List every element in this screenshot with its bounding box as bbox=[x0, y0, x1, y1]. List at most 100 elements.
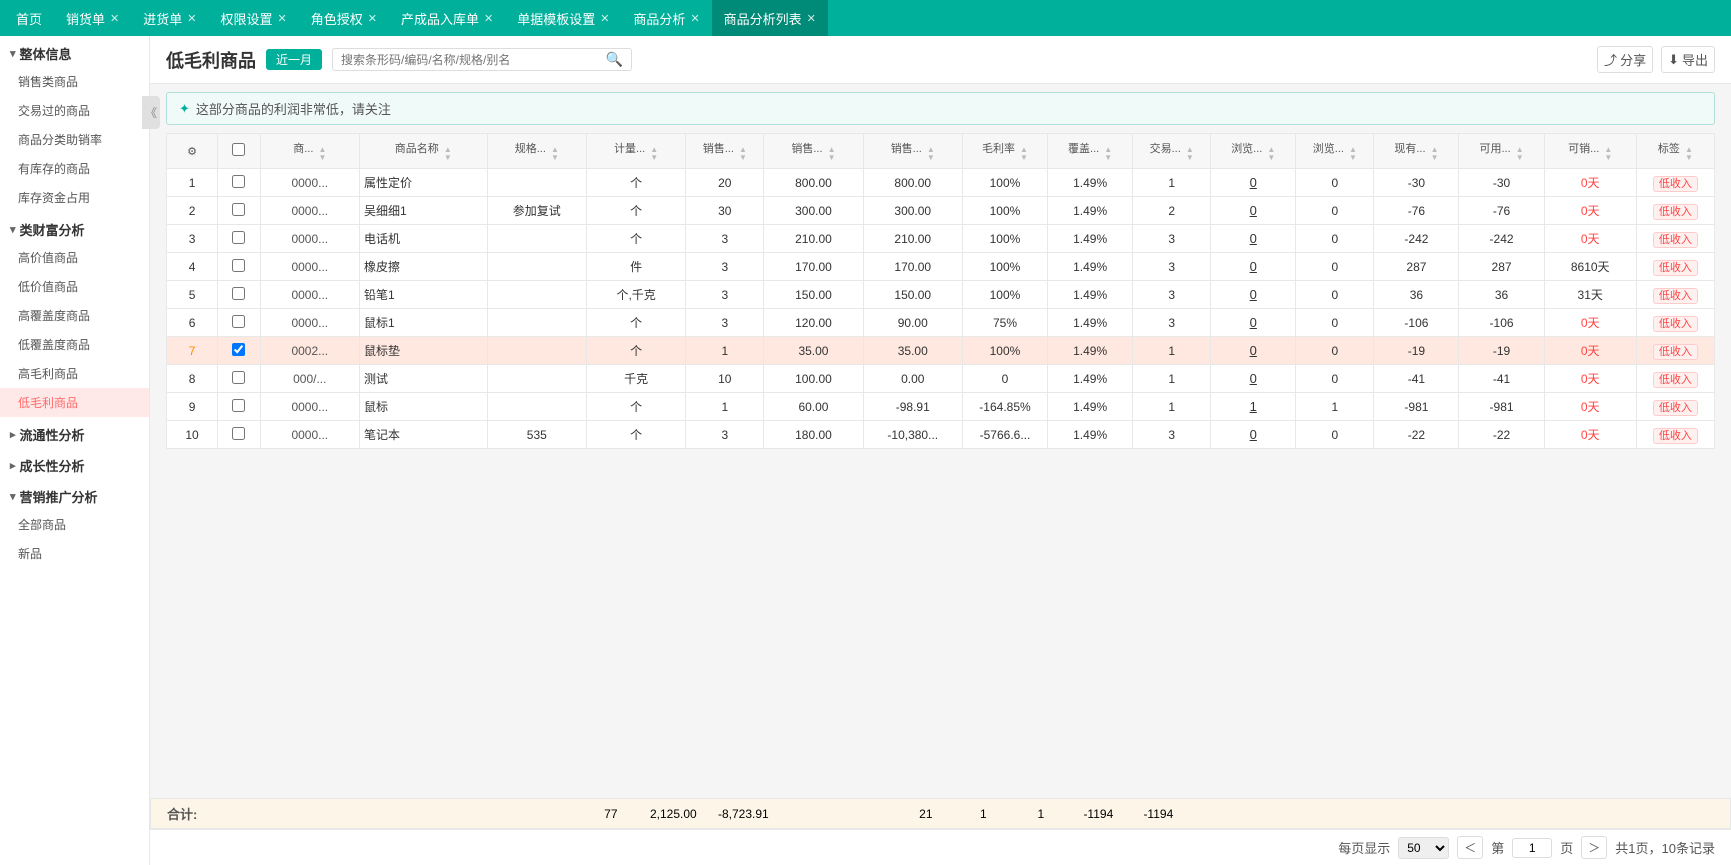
page-number-input[interactable] bbox=[1512, 838, 1552, 858]
row-select-checkbox[interactable] bbox=[232, 231, 245, 244]
nav-sales[interactable]: 销货单 ✕ bbox=[54, 0, 131, 36]
row-select-checkbox[interactable] bbox=[232, 259, 245, 272]
prev-page-button[interactable]: ＜ bbox=[1457, 836, 1483, 859]
share-button[interactable]: ⤴ 分享 bbox=[1597, 46, 1653, 73]
row-checkbox[interactable] bbox=[218, 365, 261, 393]
sidebar-collapse-button[interactable]: 《 bbox=[142, 96, 160, 129]
row-select-checkbox[interactable] bbox=[232, 399, 245, 412]
sidebar-item-traded-goods[interactable]: 交易过的商品 bbox=[0, 96, 149, 125]
sidebar-item-stock-capital[interactable]: 库存资金占用 bbox=[0, 183, 149, 212]
sale-profit-column-header[interactable]: 销售... ▲▼ bbox=[863, 134, 962, 169]
row-select-checkbox[interactable] bbox=[232, 343, 245, 356]
name-column-header[interactable]: 商品名称 ▲▼ bbox=[359, 134, 487, 169]
settings-column-header[interactable]: ⚙ bbox=[167, 134, 218, 169]
sidebar-item-high-value[interactable]: 高价值商品 bbox=[0, 243, 149, 272]
row-browse1[interactable]: 0 bbox=[1211, 253, 1296, 281]
nav-template[interactable]: 单据模板设置 ✕ bbox=[505, 0, 621, 36]
sidebar-item-all-goods[interactable]: 全部商品 bbox=[0, 510, 149, 539]
close-icon[interactable]: ✕ bbox=[187, 12, 196, 25]
next-page-button[interactable]: ＞ bbox=[1581, 836, 1607, 859]
row-browse1[interactable]: 0 bbox=[1211, 337, 1296, 365]
sidebar-group-overview-title[interactable]: ▾ 整体信息 bbox=[0, 36, 149, 67]
close-icon[interactable]: ✕ bbox=[110, 12, 119, 25]
row-browse1[interactable]: 0 bbox=[1211, 169, 1296, 197]
row-browse1[interactable]: 0 bbox=[1211, 281, 1296, 309]
browse1-link[interactable]: 0 bbox=[1250, 343, 1257, 358]
sidebar-item-high-margin[interactable]: 高毛利商品 bbox=[0, 359, 149, 388]
coverage-column-header[interactable]: 覆盖... ▲▼ bbox=[1048, 134, 1133, 169]
row-checkbox[interactable] bbox=[218, 393, 261, 421]
sidebar-group-growth-title[interactable]: ▸ 成长性分析 bbox=[0, 448, 149, 479]
row-select-checkbox[interactable] bbox=[232, 175, 245, 188]
nav-purchase[interactable]: 进货单 ✕ bbox=[131, 0, 208, 36]
close-icon[interactable]: ✕ bbox=[807, 12, 816, 25]
table-container[interactable]: ⚙ 商... ▲▼ 商品名称 ▲▼ 规格... ▲▼ 计量... ▲▼ 销售..… bbox=[150, 133, 1731, 798]
date-filter-button[interactable]: 近一月 bbox=[266, 49, 322, 70]
search-box[interactable]: 🔍 bbox=[332, 48, 632, 71]
close-icon[interactable]: ✕ bbox=[484, 12, 493, 25]
row-select-checkbox[interactable] bbox=[232, 427, 245, 440]
close-icon[interactable]: ✕ bbox=[690, 12, 699, 25]
sidebar-item-stocked-goods[interactable]: 有库存的商品 bbox=[0, 154, 149, 183]
nav-permission[interactable]: 权限设置 ✕ bbox=[208, 0, 298, 36]
close-icon[interactable]: ✕ bbox=[600, 12, 609, 25]
close-icon[interactable]: ✕ bbox=[278, 12, 287, 25]
available-column-header[interactable]: 可用... ▲▼ bbox=[1459, 134, 1544, 169]
export-button[interactable]: ⬇ 导出 bbox=[1661, 46, 1715, 73]
sidebar-group-liquidity-title[interactable]: ▸ 流通性分析 bbox=[0, 417, 149, 448]
row-browse1[interactable]: 0 bbox=[1211, 421, 1296, 449]
checkbox-column-header[interactable] bbox=[218, 134, 261, 169]
sale-amt-column-header[interactable]: 销售... ▲▼ bbox=[764, 134, 863, 169]
browse1-link[interactable]: 0 bbox=[1250, 287, 1257, 302]
nav-product-analysis[interactable]: 商品分析 ✕ bbox=[621, 0, 711, 36]
row-select-checkbox[interactable] bbox=[232, 371, 245, 384]
browse1-link[interactable]: 0 bbox=[1250, 371, 1257, 386]
tag-column-header[interactable]: 标签 ▲▼ bbox=[1636, 134, 1714, 169]
browse1-link[interactable]: 0 bbox=[1250, 315, 1257, 330]
row-browse1[interactable]: 0 bbox=[1211, 309, 1296, 337]
trade-count-column-header[interactable]: 交易... ▲▼ bbox=[1133, 134, 1211, 169]
browse1-link[interactable]: 0 bbox=[1250, 175, 1257, 190]
sidebar-item-low-coverage[interactable]: 低覆盖度商品 bbox=[0, 330, 149, 359]
unit-column-header[interactable]: 计量... ▲▼ bbox=[586, 134, 685, 169]
row-select-checkbox[interactable] bbox=[232, 315, 245, 328]
close-icon[interactable]: ✕ bbox=[368, 12, 377, 25]
browse1-link[interactable]: 0 bbox=[1250, 203, 1257, 218]
row-checkbox[interactable] bbox=[218, 281, 261, 309]
current-column-header[interactable]: 现有... ▲▼ bbox=[1374, 134, 1459, 169]
row-checkbox[interactable] bbox=[218, 225, 261, 253]
row-checkbox[interactable] bbox=[218, 197, 261, 225]
sidebar-group-marketing-title[interactable]: ▾ 营销推广分析 bbox=[0, 479, 149, 510]
browse2-column-header[interactable]: 浏览... ▲▼ bbox=[1296, 134, 1374, 169]
row-checkbox[interactable] bbox=[218, 169, 261, 197]
browse1-link[interactable]: 1 bbox=[1250, 399, 1257, 414]
sidebar-item-category-rate[interactable]: 商品分类助销率 bbox=[0, 125, 149, 154]
per-page-select[interactable]: 50 100 200 bbox=[1398, 837, 1449, 859]
row-browse1[interactable]: 0 bbox=[1211, 225, 1296, 253]
sidebar-item-high-coverage[interactable]: 高覆盖度商品 bbox=[0, 301, 149, 330]
sidebar-item-low-margin[interactable]: 低毛利商品 bbox=[0, 388, 149, 417]
browse1-column-header[interactable]: 浏览... ▲▼ bbox=[1211, 134, 1296, 169]
row-checkbox[interactable] bbox=[218, 253, 261, 281]
sidebar-item-low-value[interactable]: 低价值商品 bbox=[0, 272, 149, 301]
row-checkbox[interactable] bbox=[218, 337, 261, 365]
search-input[interactable] bbox=[341, 53, 606, 67]
sale-qty-column-header[interactable]: 销售... ▲▼ bbox=[686, 134, 764, 169]
row-browse1[interactable]: 0 bbox=[1211, 365, 1296, 393]
sidebar-group-wealth-title[interactable]: ▾ 类财富分析 bbox=[0, 212, 149, 243]
row-checkbox[interactable] bbox=[218, 421, 261, 449]
row-select-checkbox[interactable] bbox=[232, 287, 245, 300]
nav-home[interactable]: 首页 bbox=[4, 0, 54, 36]
browse1-link[interactable]: 0 bbox=[1250, 259, 1257, 274]
margin-rate-column-header[interactable]: 毛利率 ▲▼ bbox=[962, 134, 1047, 169]
sidebar-item-new-goods[interactable]: 新品 bbox=[0, 539, 149, 568]
row-browse1[interactable]: 0 bbox=[1211, 197, 1296, 225]
nav-role[interactable]: 角色授权 ✕ bbox=[299, 0, 389, 36]
nav-finished-goods[interactable]: 产成品入库单 ✕ bbox=[389, 0, 505, 36]
code-column-header[interactable]: 商... ▲▼ bbox=[260, 134, 359, 169]
saleable-column-header[interactable]: 可销... ▲▼ bbox=[1544, 134, 1636, 169]
sidebar-item-sales-goods[interactable]: 销售类商品 bbox=[0, 67, 149, 96]
browse1-link[interactable]: 0 bbox=[1250, 231, 1257, 246]
row-checkbox[interactable] bbox=[218, 309, 261, 337]
search-icon[interactable]: 🔍 bbox=[606, 51, 623, 68]
